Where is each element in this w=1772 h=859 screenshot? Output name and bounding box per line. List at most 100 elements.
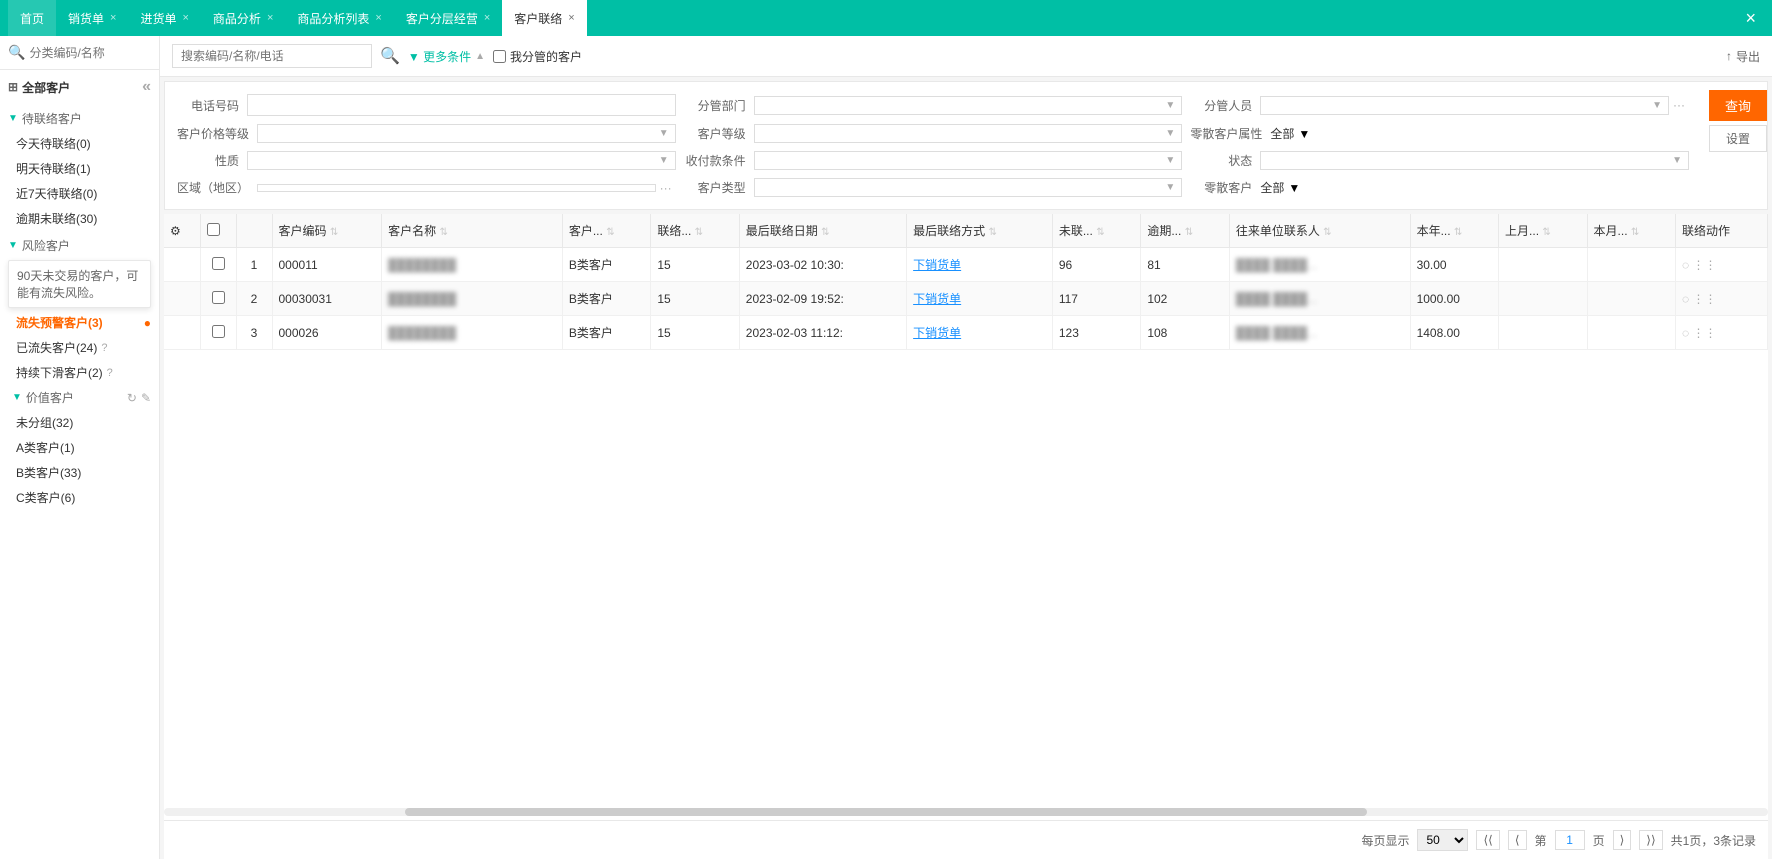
col-name[interactable]: 客户名称 ⇅ bbox=[382, 214, 563, 248]
nav-item-customer-contact[interactable]: 客户联络 × bbox=[502, 0, 586, 36]
close-icon-customer-contact[interactable]: × bbox=[568, 12, 574, 24]
status-select[interactable]: ▼ bbox=[1260, 151, 1689, 170]
row-checkbox-1[interactable] bbox=[200, 282, 236, 316]
table-row: 3 000026 ████████ B类客户 15 2023-02-03 11:… bbox=[164, 316, 1768, 350]
next-page-button[interactable]: ⟩ bbox=[1613, 830, 1632, 850]
table-body: 1 000011 ████████ B类客户 15 2023-03-02 10:… bbox=[164, 248, 1768, 350]
sidebar-item-tomorrow[interactable]: 明天待联络(1) bbox=[0, 156, 159, 181]
sidebar-item-class-c[interactable]: C类客户(6) bbox=[0, 485, 159, 510]
col-not-contacted[interactable]: 未联... ⇅ bbox=[1052, 214, 1140, 248]
manager-select[interactable]: ▼ bbox=[1260, 96, 1669, 115]
payment-select[interactable]: ▼ bbox=[754, 151, 1183, 170]
row-last-month-0 bbox=[1499, 248, 1587, 282]
pending-contact-section[interactable]: ▼ 待联络客户 bbox=[0, 104, 159, 131]
col-last-month[interactable]: 上月... ⇅ bbox=[1499, 214, 1587, 248]
row-last-type-1[interactable]: 下销货单 bbox=[907, 282, 1053, 316]
horizontal-scrollbar[interactable] bbox=[164, 804, 1768, 820]
row-actions-1[interactable]: ◌ ⋮⋮ bbox=[1676, 282, 1768, 316]
close-icon-analysis-list[interactable]: × bbox=[375, 12, 381, 24]
per-page-label: 每页显示 bbox=[1361, 832, 1409, 849]
select-all-checkbox[interactable] bbox=[207, 223, 220, 236]
row-last-type-0[interactable]: 下销货单 bbox=[907, 248, 1053, 282]
close-icon-sales[interactable]: × bbox=[110, 12, 116, 24]
sidebar-item-class-a[interactable]: A类客户(1) bbox=[0, 435, 159, 460]
manager-dots[interactable]: ··· bbox=[1669, 98, 1689, 112]
col-settings[interactable]: ⚙ bbox=[164, 214, 200, 248]
row-last-month-2 bbox=[1499, 316, 1587, 350]
col-code[interactable]: 客户编码 ⇅ bbox=[272, 214, 382, 248]
refresh-icon[interactable]: ↻ bbox=[127, 391, 137, 405]
col-last-contact-date[interactable]: 最后联络日期 ⇅ bbox=[739, 214, 906, 248]
phone-input[interactable] bbox=[247, 94, 676, 116]
col-contact[interactable]: 联络... ⇅ bbox=[651, 214, 739, 248]
row-type-2: B类客户 bbox=[562, 316, 650, 350]
row-name-2: ████████ bbox=[382, 316, 563, 350]
sidebar-item-declining[interactable]: 持续下滑客户(2) ? bbox=[0, 360, 159, 385]
search-input[interactable] bbox=[172, 44, 372, 68]
retail-customer-select[interactable]: 全部 ▼ bbox=[1260, 179, 1689, 196]
col-unit-contacts[interactable]: 往来单位联系人 ⇅ bbox=[1229, 214, 1410, 248]
sidebar-item-class-b[interactable]: B类客户(33) bbox=[0, 460, 159, 485]
nav-item-home[interactable]: 首页 bbox=[8, 0, 56, 36]
close-icon-customer-layers[interactable]: × bbox=[484, 12, 490, 24]
sidebar-item-ungroup[interactable]: 未分组(32) bbox=[0, 410, 159, 435]
sidebar-item-7days[interactable]: 近7天待联络(0) bbox=[0, 181, 159, 206]
nav-analysis-list-label: 商品分析列表 bbox=[297, 10, 369, 27]
scroll-thumb[interactable] bbox=[405, 808, 1367, 816]
sidebar-item-today[interactable]: 今天待联络(0) bbox=[0, 131, 159, 156]
sidebar-item-overdue[interactable]: 逾期未联络(30) bbox=[0, 206, 159, 231]
row-last-type-2[interactable]: 下销货单 bbox=[907, 316, 1053, 350]
nature-select[interactable]: ▼ bbox=[247, 151, 676, 170]
risk-customer-section[interactable]: ▼ 风险客户 bbox=[0, 231, 159, 258]
customer-level-select[interactable]: ▼ bbox=[754, 124, 1183, 143]
nav-item-sales[interactable]: 销货单 × bbox=[56, 0, 128, 36]
edit-icon[interactable]: ✎ bbox=[141, 391, 151, 405]
my-customers-checkbox[interactable] bbox=[493, 50, 506, 63]
sidebar-item-churned[interactable]: 已流失客户(24) ? bbox=[0, 335, 159, 360]
sidebar-search-input[interactable] bbox=[29, 46, 160, 60]
region-select[interactable] bbox=[257, 184, 656, 192]
row-actions-2[interactable]: ◌ ⋮⋮ bbox=[1676, 316, 1768, 350]
page-number-input[interactable] bbox=[1555, 830, 1585, 850]
row-actions-0[interactable]: ◌ ⋮⋮ bbox=[1676, 248, 1768, 282]
nav-item-analysis[interactable]: 商品分析 × bbox=[201, 0, 285, 36]
nav-item-analysis-list[interactable]: 商品分析列表 × bbox=[285, 0, 393, 36]
customer-type-select[interactable]: ▼ bbox=[754, 178, 1183, 197]
row-not-contacted-0: 96 bbox=[1052, 248, 1140, 282]
collapse-icon[interactable]: « bbox=[142, 78, 151, 96]
first-page-button[interactable]: ⟨⟨ bbox=[1476, 830, 1499, 850]
row-checkbox-2[interactable] bbox=[200, 316, 236, 350]
overdue-contact-label: 逾期未联络(30) bbox=[16, 210, 97, 227]
sidebar-item-churn-warning[interactable]: 流失预警客户(3) ● bbox=[0, 310, 159, 335]
col-type[interactable]: 客户... ⇅ bbox=[562, 214, 650, 248]
row-overdue-2: 108 bbox=[1141, 316, 1229, 350]
dept-select[interactable]: ▼ bbox=[754, 96, 1183, 115]
col-this-year[interactable]: 本年... ⇅ bbox=[1410, 214, 1498, 248]
region-dots[interactable]: ··· bbox=[656, 181, 676, 195]
query-button[interactable]: 查询 bbox=[1709, 90, 1767, 121]
nav-item-purchase[interactable]: 进货单 × bbox=[128, 0, 200, 36]
close-icon-purchase[interactable]: × bbox=[182, 12, 188, 24]
search-button[interactable]: 🔍 bbox=[380, 46, 400, 66]
row-checkbox-0[interactable] bbox=[200, 248, 236, 282]
row-contact-1: 15 bbox=[651, 282, 739, 316]
settings-button[interactable]: 设置 bbox=[1709, 125, 1767, 152]
close-all-button[interactable]: × bbox=[1737, 8, 1764, 29]
more-conditions-button[interactable]: ▼ 更多条件 ▲ bbox=[408, 48, 485, 65]
col-last-contact-type[interactable]: 最后联络方式 ⇅ bbox=[907, 214, 1053, 248]
total-records: 共1页，3条记录 bbox=[1671, 832, 1756, 849]
col-this-month[interactable]: 本月... ⇅ bbox=[1587, 214, 1675, 248]
last-page-button[interactable]: ⟩⟩ bbox=[1639, 830, 1662, 850]
nav-item-customer-layers[interactable]: 客户分层经营 × bbox=[394, 0, 502, 36]
my-customers-filter[interactable]: 我分管的客户 bbox=[493, 48, 582, 65]
col-overdue[interactable]: 逾期... ⇅ bbox=[1141, 214, 1229, 248]
prev-page-button[interactable]: ⟨ bbox=[1508, 830, 1527, 850]
close-icon-analysis[interactable]: × bbox=[267, 12, 273, 24]
price-level-select[interactable]: ▼ bbox=[257, 124, 676, 143]
export-button[interactable]: ↑ 导出 bbox=[1726, 48, 1760, 65]
value-customer-section[interactable]: ▼ 价值客户 ↻ ✎ bbox=[0, 385, 159, 410]
retail-attr-select[interactable]: 全部 ▼ bbox=[1270, 125, 1689, 142]
sidebar-header[interactable]: ⊞ 全部客户 « bbox=[0, 70, 159, 104]
per-page-select[interactable]: 50 100 bbox=[1417, 829, 1468, 851]
sort-icon-contact: ⇅ bbox=[695, 227, 703, 238]
